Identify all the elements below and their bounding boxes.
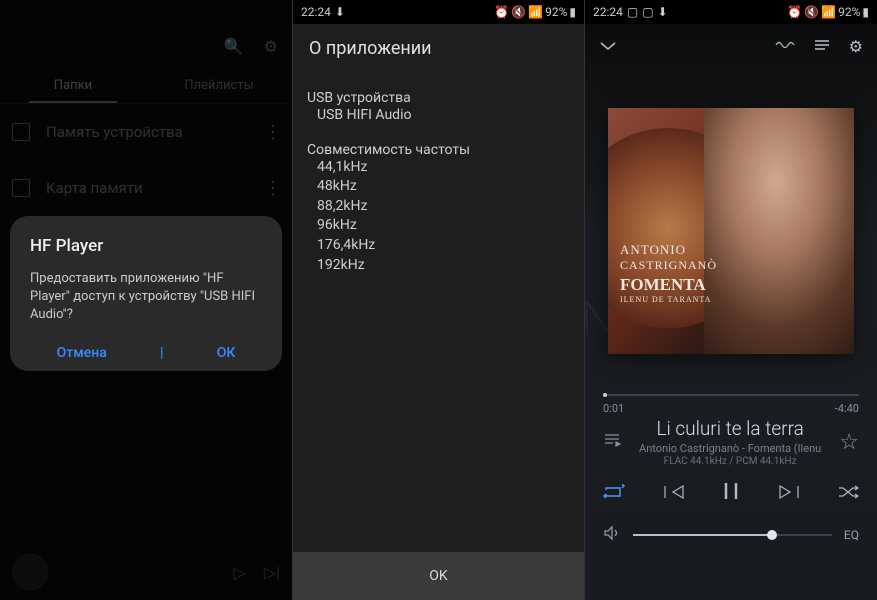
track-artist: Antonio Castrignanò - Fomenta (Ilenu xyxy=(631,442,829,455)
volume-slider[interactable] xyxy=(633,534,832,536)
album-artist-first: ANTONIO xyxy=(620,242,717,258)
ok-button[interactable]: OK xyxy=(293,552,584,600)
freq-list: 44,1kHz 48kHz 88,2kHz 96kHz 176,4kHz 192… xyxy=(307,158,570,276)
album-art[interactable]: ANTONIO CASTRIGNANÒ FOMENTA ILENU DE TAR… xyxy=(608,108,854,354)
queue-icon[interactable] xyxy=(813,37,831,56)
device-icon xyxy=(12,123,30,141)
battery-icon: ▮ xyxy=(862,5,869,19)
list-item-label: Память устройства xyxy=(46,123,248,141)
progress-thumb[interactable] xyxy=(603,393,607,397)
usb-devices-label: USB устройства xyxy=(307,90,570,106)
status-bar: 22:24 ⬇ ⏰ 🔇 📶 92% ▮ xyxy=(293,0,584,24)
mini-play-icon[interactable]: ▷ xyxy=(233,563,245,582)
freq-item: 44,1kHz xyxy=(307,158,570,178)
freq-item: 48kHz xyxy=(307,177,570,197)
prev-button[interactable] xyxy=(663,484,685,505)
freq-item: 96kHz xyxy=(307,216,570,236)
status-time: 22:24 xyxy=(301,5,331,19)
alarm-icon: ⏰ xyxy=(494,5,509,19)
sdcard-icon xyxy=(12,179,30,197)
album-subtitle: ILENU DE TARANTA xyxy=(620,295,717,304)
alarm-icon: ⏰ xyxy=(787,5,802,19)
usb-device-value: USB HIFI Audio xyxy=(307,106,570,126)
search-icon[interactable]: 🔍 xyxy=(224,37,244,56)
freq-item: 176,4kHz xyxy=(307,236,570,256)
cancel-button[interactable]: Отмена xyxy=(57,345,107,361)
battery-pct: 92% xyxy=(545,5,567,19)
signal-icon: 📶 xyxy=(821,5,836,19)
playlist-icon[interactable] xyxy=(603,432,621,452)
mute-icon: 🔇 xyxy=(804,5,819,19)
volume-icon[interactable] xyxy=(603,525,621,545)
album-title: FOMENTA xyxy=(620,275,717,295)
volume-thumb[interactable] xyxy=(767,530,777,540)
pause-button[interactable] xyxy=(722,481,740,507)
progress-bar[interactable] xyxy=(603,394,859,396)
tab-folders[interactable]: Папки xyxy=(0,68,146,103)
visualizer-icon[interactable] xyxy=(775,37,795,56)
mini-album-art[interactable] xyxy=(12,554,48,590)
battery-icon: ▮ xyxy=(569,5,576,19)
album-artist-last: CASTRIGNANÒ xyxy=(620,258,717,273)
track-title: Li culuri te la terra xyxy=(631,417,829,440)
dialog-separator: | xyxy=(160,345,163,361)
eq-button[interactable]: EQ xyxy=(844,528,859,542)
time-elapsed: 0:01 xyxy=(603,402,624,415)
mini-next-icon[interactable]: ▷| xyxy=(264,563,280,582)
page-title: О приложении xyxy=(293,24,584,72)
tab-playlists[interactable]: Плейлисты xyxy=(146,68,292,103)
track-format: FLAC 44.1kHz / PCM 44.1kHz xyxy=(631,456,829,467)
settings-icon[interactable]: ⚙ xyxy=(264,37,278,56)
more-icon[interactable]: ⋮ xyxy=(264,122,280,143)
next-button[interactable] xyxy=(778,484,800,505)
permission-dialog: HF Player Предоставить приложению "HF Pl… xyxy=(10,216,282,371)
freq-compat-label: Совместимость частоты xyxy=(307,142,570,158)
freq-item: 192kHz xyxy=(307,256,570,276)
shuffle-button[interactable] xyxy=(837,484,859,505)
download-icon: ⬇ xyxy=(658,5,668,19)
signal-icon: 📶 xyxy=(528,5,543,19)
list-item[interactable]: Память устройства ⋮ xyxy=(0,104,292,160)
ok-button[interactable]: ОК xyxy=(217,345,236,361)
screenshot-icon: ▢ xyxy=(627,5,638,19)
battery-pct: 92% xyxy=(838,5,860,19)
status-bar: 22:24 ▢ ▢ ⬇ ⏰ 🔇 📶 92% ▮ xyxy=(585,0,877,24)
screenshot-icon: ▢ xyxy=(642,5,653,19)
repeat-button[interactable] xyxy=(603,484,625,505)
freq-item: 88,2kHz xyxy=(307,197,570,217)
favorite-icon[interactable]: ☆ xyxy=(839,430,859,455)
mute-icon: 🔇 xyxy=(511,5,526,19)
list-item-label: Карта памяти xyxy=(46,179,248,197)
dialog-body: Предоставить приложению "HF Player" дост… xyxy=(30,270,262,325)
list-item[interactable]: Карта памяти ⋮ xyxy=(0,160,292,216)
time-remaining: -4:40 xyxy=(835,402,859,415)
more-icon[interactable]: ⋮ xyxy=(264,178,280,199)
dialog-title: HF Player xyxy=(30,236,262,256)
status-time: 22:24 xyxy=(593,5,623,19)
collapse-icon[interactable] xyxy=(599,37,617,56)
settings-icon[interactable]: ⚙ xyxy=(849,37,863,56)
download-icon: ⬇ xyxy=(335,5,345,19)
